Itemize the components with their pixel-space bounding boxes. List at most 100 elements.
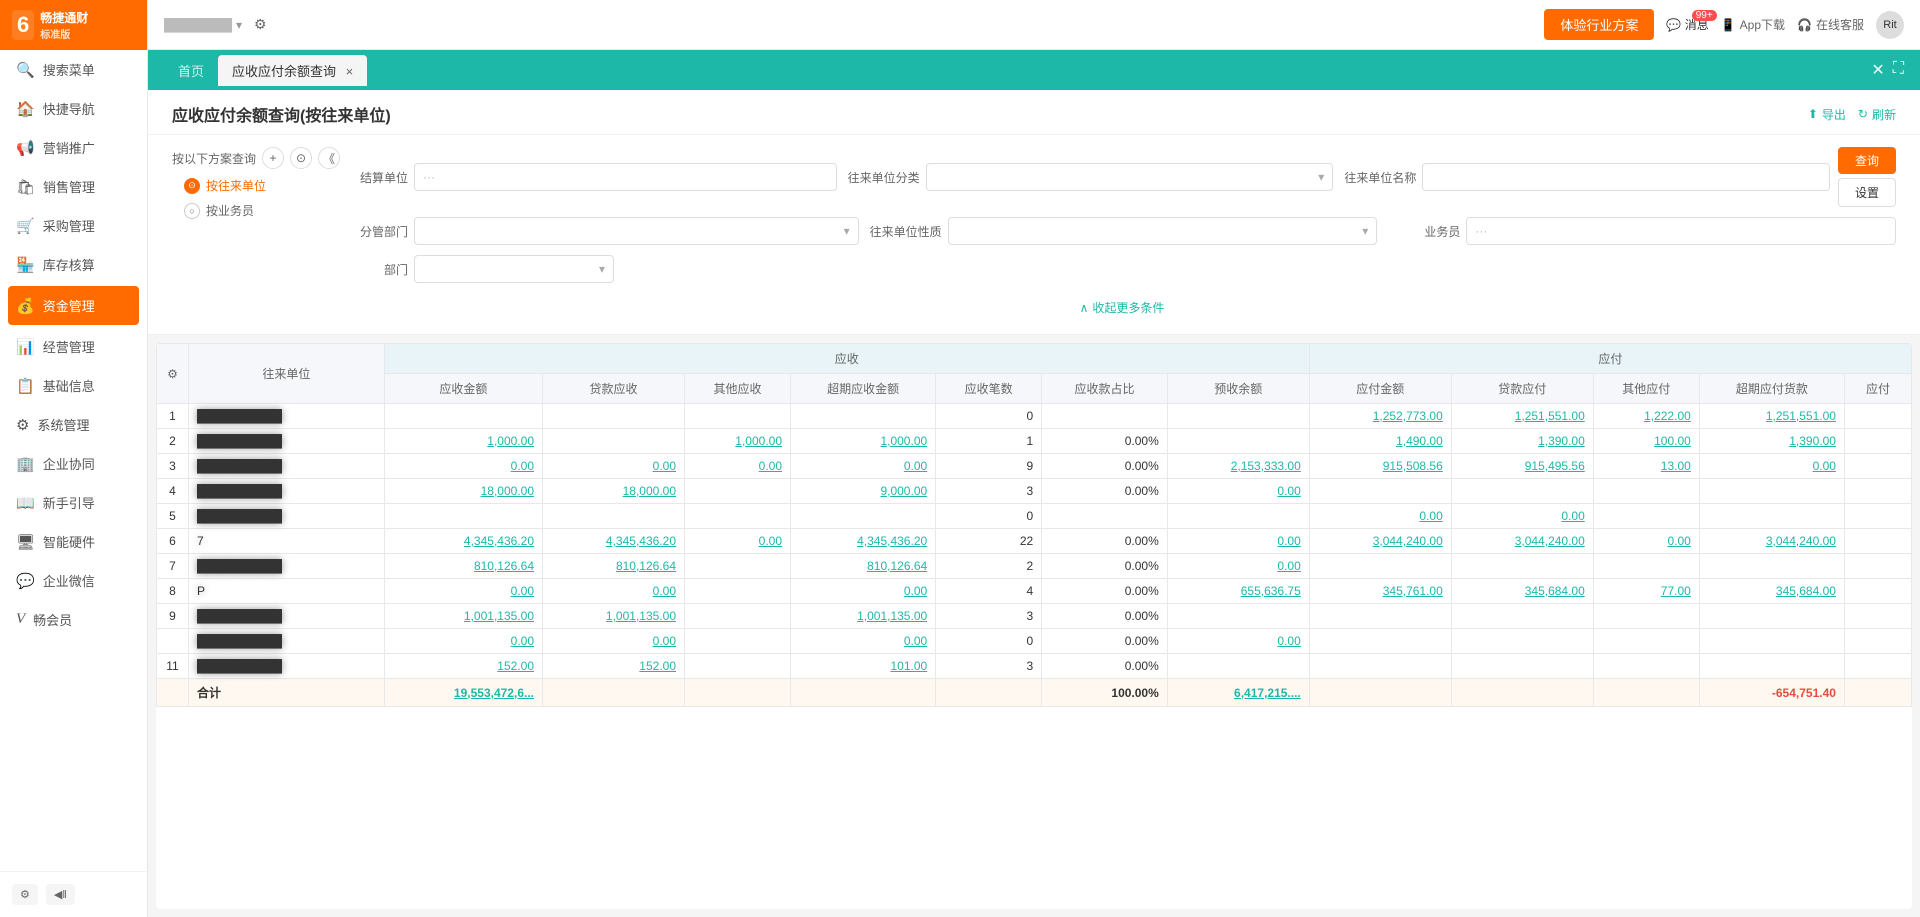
scheme-option-salesman[interactable]: ○ 按业务员 bbox=[176, 200, 340, 221]
scheme-option-partner[interactable]: ⊙ 按往来单位 bbox=[176, 175, 340, 196]
sidebar-item-search[interactable]: 🔍 搜索菜单 bbox=[0, 50, 147, 89]
footer-ar-amount: 19,553,472,6... bbox=[384, 679, 542, 707]
tab-maximize-btn[interactable]: ⛶ bbox=[1893, 60, 1904, 80]
row-num bbox=[157, 629, 189, 654]
filter-area: 按以下方案查询 + ⊙ 《 ⊙ 按往来单位 ○ bbox=[148, 135, 1920, 335]
download-icon: 📱 bbox=[1721, 18, 1736, 32]
tab-ar-ap[interactable]: 应收应付余额查询 × bbox=[218, 55, 367, 86]
filter-fields: 结算单位 ··· 往来单位分类 ▾ bbox=[348, 147, 1896, 322]
query-btn[interactable]: 查询 bbox=[1838, 147, 1896, 174]
th-partner: 往来单位 bbox=[189, 344, 385, 404]
purchase-icon: 🛒 bbox=[16, 217, 35, 235]
partner-name: 7 bbox=[189, 529, 385, 554]
row-num: 7 bbox=[157, 554, 189, 579]
row-num: 11 bbox=[157, 654, 189, 679]
input-department[interactable]: ▾ bbox=[414, 255, 614, 283]
th-ap-other: 其他应付 bbox=[1593, 374, 1699, 404]
table-row: 2██████████1,000.001,000.001,000.0010.00… bbox=[157, 429, 1912, 454]
wechat-icon: 💬 bbox=[16, 572, 35, 590]
tab-home[interactable]: 首页 bbox=[164, 55, 218, 86]
filter-settings-btn[interactable]: 设置 bbox=[1838, 178, 1896, 207]
table-settings-icon[interactable]: ⚙ bbox=[167, 367, 178, 381]
scheme-selector: 按以下方案查询 + ⊙ 《 ⊙ 按往来单位 ○ bbox=[172, 147, 340, 221]
service-icon: 🎧 bbox=[1797, 18, 1812, 32]
page-header-actions: ⬆ 导出 ↻ 刷新 bbox=[1808, 106, 1896, 123]
th-ar-other: 其他应收 bbox=[685, 374, 791, 404]
sidebar-item-basic[interactable]: 📋 基础信息 bbox=[0, 366, 147, 405]
table-row: 8P0.000.000.0040.00%655,636.75345,761.00… bbox=[157, 579, 1912, 604]
table-row: 4██████████18,000.0018,000.009,000.0030.… bbox=[157, 479, 1912, 504]
scheme-collapse-btn[interactable]: 《 bbox=[318, 147, 340, 169]
breadcrumb: ████████ ▾ bbox=[164, 18, 242, 32]
scheme-settings-btn[interactable]: ⊙ bbox=[290, 147, 312, 169]
sidebar: 6 畅捷通财 标准版 🔍 搜索菜单 🏠 快捷导航 📢 营销推广 🛍 销售管理 bbox=[0, 0, 148, 917]
main-area: ████████ ▾ ⚙ 体验行业方案 💬 消息 99+ 📱 App下载 🎧 在… bbox=[148, 0, 1920, 917]
data-table: ⚙ 往来单位 应收 应付 应收金额 贷款应收 其他应收 超期应收金额 bbox=[156, 343, 1912, 707]
th-ar-amount: 应收金额 bbox=[384, 374, 542, 404]
inventory-icon: 🏪 bbox=[16, 256, 35, 274]
footer-ar-ratio: 100.00% bbox=[1042, 679, 1168, 707]
refresh-btn[interactable]: ↻ 刷新 bbox=[1858, 106, 1896, 123]
partner-name: ██████████ bbox=[189, 504, 385, 529]
scheme-add-btn[interactable]: + bbox=[262, 147, 284, 169]
promo-button[interactable]: 体验行业方案 bbox=[1544, 9, 1654, 40]
partner-name: ██████████ bbox=[189, 479, 385, 504]
sidebar-item-finance[interactable]: 💰 资金管理 bbox=[8, 286, 139, 325]
th-settings[interactable]: ⚙ bbox=[157, 344, 189, 404]
input-partner-nature[interactable]: ▾ bbox=[948, 217, 1378, 245]
sidebar-settings-btn[interactable]: ⚙ bbox=[12, 884, 38, 905]
export-btn[interactable]: ⬆ 导出 bbox=[1808, 106, 1846, 123]
online-service-btn[interactable]: 🎧 在线客服 bbox=[1797, 16, 1864, 33]
partner-name: ██████████ bbox=[189, 654, 385, 679]
input-settlement-unit[interactable]: ··· bbox=[414, 163, 837, 191]
partner-name: ██████████ bbox=[189, 554, 385, 579]
sidebar-collapse-btn[interactable]: ◀‖ bbox=[46, 884, 75, 905]
finance-icon: 💰 bbox=[16, 297, 35, 315]
table-wrapper[interactable]: ⚙ 往来单位 应收 应付 应收金额 贷款应收 其他应收 超期应收金额 bbox=[156, 343, 1912, 909]
tab-close-window-btn[interactable]: ✕ bbox=[1871, 60, 1884, 80]
home-icon: 🏠 bbox=[16, 100, 35, 118]
input-dept[interactable]: ▾ bbox=[414, 217, 859, 245]
th-ar-ratio: 应收款占比 bbox=[1042, 374, 1168, 404]
input-salesman[interactable]: ··· bbox=[1466, 217, 1896, 245]
row-num: 8 bbox=[157, 579, 189, 604]
page-header: 应收应付余额查询(按往来单位) ⬆ 导出 ↻ 刷新 bbox=[148, 90, 1920, 135]
sidebar-item-guide[interactable]: 📖 新手引导 bbox=[0, 483, 147, 522]
app-download-btn[interactable]: 📱 App下载 bbox=[1721, 16, 1785, 33]
topbar-settings-icon[interactable]: ⚙ bbox=[254, 16, 267, 33]
sidebar-item-inventory[interactable]: 🏪 库存核算 bbox=[0, 245, 147, 284]
table-row: 674,345,436.204,345,436.200.004,345,436.… bbox=[157, 529, 1912, 554]
sidebar-item-member[interactable]: V 畅会员 bbox=[0, 600, 147, 639]
label-department: 部门 bbox=[348, 261, 408, 278]
tabbar: 首页 应收应付余额查询 × ✕ ⛶ bbox=[148, 50, 1920, 90]
collapse-btn[interactable]: ∧ 收起更多条件 bbox=[1074, 293, 1171, 322]
th-ap-extra: 应付 bbox=[1844, 374, 1911, 404]
export-icon: ⬆ bbox=[1808, 107, 1818, 121]
label-partner-nature: 往来单位性质 bbox=[867, 223, 942, 240]
basic-icon: 📋 bbox=[16, 377, 35, 395]
tab-close-btn[interactable]: × bbox=[346, 64, 354, 79]
input-partner-name[interactable] bbox=[1422, 163, 1830, 191]
th-payable-group: 应付 bbox=[1309, 344, 1911, 374]
user-avatar[interactable]: Rit bbox=[1876, 11, 1904, 39]
th-ar-loan: 贷款应收 bbox=[543, 374, 685, 404]
sidebar-item-sales[interactable]: 🛍 销售管理 bbox=[0, 167, 147, 206]
input-partner-category[interactable]: ▾ bbox=[926, 163, 1334, 191]
sidebar-item-quicknav[interactable]: 🏠 快捷导航 bbox=[0, 89, 147, 128]
page-title: 应收应付余额查询(按往来单位) bbox=[172, 102, 391, 126]
scheme-option-icon-partner: ⊙ bbox=[184, 178, 200, 194]
page-content: 应收应付余额查询(按往来单位) ⬆ 导出 ↻ 刷新 bbox=[148, 90, 1920, 917]
sidebar-item-enterprise[interactable]: 🏢 企业协同 bbox=[0, 444, 147, 483]
sidebar-item-wechat[interactable]: 💬 企业微信 bbox=[0, 561, 147, 600]
label-dept: 分管部门 bbox=[348, 223, 408, 240]
sidebar-item-purchase[interactable]: 🛒 采购管理 bbox=[0, 206, 147, 245]
sidebar-item-operation[interactable]: 📊 经营管理 bbox=[0, 327, 147, 366]
row-num: 4 bbox=[157, 479, 189, 504]
notification-area[interactable]: 💬 消息 99+ bbox=[1666, 16, 1708, 33]
marketing-icon: 📢 bbox=[16, 139, 35, 157]
sidebar-item-hardware[interactable]: 🖥 智能硬件 bbox=[0, 522, 147, 561]
sidebar-item-marketing[interactable]: 📢 营销推广 bbox=[0, 128, 147, 167]
sidebar-item-system[interactable]: ⚙ 系统管理 bbox=[0, 405, 147, 444]
label-settlement-unit: 结算单位 bbox=[348, 169, 408, 186]
topbar: ████████ ▾ ⚙ 体验行业方案 💬 消息 99+ 📱 App下载 🎧 在… bbox=[148, 0, 1920, 50]
